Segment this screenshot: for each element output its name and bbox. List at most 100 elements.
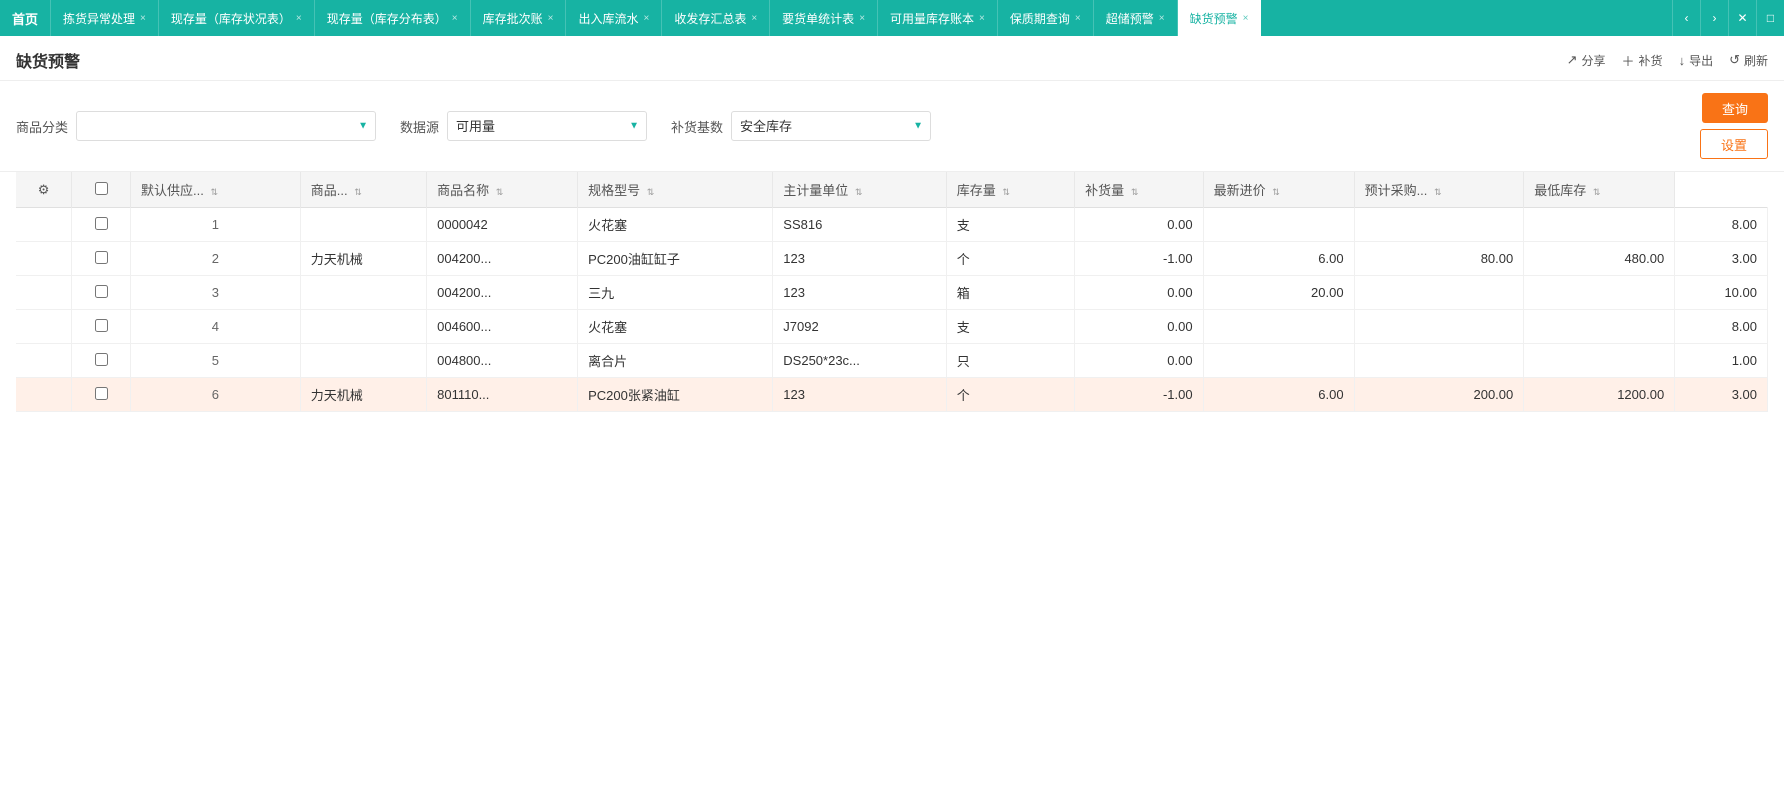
- row-num-5: 6: [131, 378, 301, 412]
- tab-expire-label: 保质期查询: [1010, 10, 1070, 27]
- tab-pick-label: 拣货异常处理: [63, 10, 135, 27]
- tab-next-button[interactable]: ›: [1700, 0, 1728, 36]
- tab-summary-close[interactable]: ×: [751, 13, 757, 24]
- row-num-1: 2: [131, 242, 301, 276]
- tab-maximize-button[interactable]: □: [1756, 0, 1784, 36]
- tab-usable-close[interactable]: ×: [979, 13, 985, 24]
- th-latest-price[interactable]: 最新进价 ⇅: [1203, 172, 1354, 208]
- datasource-filter-group: 数据源 可用量 库存量: [400, 111, 647, 141]
- tab-inout[interactable]: 出入库流水 ×: [566, 0, 662, 36]
- th-product-code[interactable]: 商品... ⇅: [300, 172, 426, 208]
- filter-area: 商品分类 数据源 可用量 库存量 补货基数 安全库存 最低库存: [0, 81, 1784, 172]
- tab-overstock-close[interactable]: ×: [1159, 13, 1165, 24]
- tab-batch[interactable]: 库存批次账 ×: [471, 0, 567, 36]
- th-stock[interactable]: 库存量 ⇅: [946, 172, 1074, 208]
- datasource-select[interactable]: 可用量 库存量: [447, 111, 647, 141]
- share-button[interactable]: ↗ 分享: [1567, 52, 1606, 69]
- refresh-button[interactable]: ↺ 刷新: [1729, 52, 1768, 69]
- row-est-purchase-4: [1524, 344, 1675, 378]
- est-purchase-sort-icon: ⇅: [1434, 187, 1442, 197]
- th-product-name[interactable]: 商品名称 ⇅: [427, 172, 578, 208]
- row-checkbox-3[interactable]: [95, 319, 108, 332]
- tab-overstock-label: 超储预警: [1106, 10, 1154, 27]
- th-unit[interactable]: 主计量单位 ⇅: [773, 172, 946, 208]
- tab-inout-close[interactable]: ×: [643, 13, 649, 24]
- row-supplier-1: 力天机械: [300, 242, 426, 276]
- row-checkbox-1[interactable]: [95, 251, 108, 264]
- tab-stock1[interactable]: 现存量（库存状况表） ×: [159, 0, 315, 36]
- settings-button[interactable]: 设置: [1700, 129, 1768, 159]
- tab-prev-button[interactable]: ‹: [1672, 0, 1700, 36]
- tab-batch-close[interactable]: ×: [548, 13, 554, 24]
- datasource-select-wrapper: 可用量 库存量: [447, 111, 647, 141]
- replenish-select[interactable]: 安全库存 最低库存: [731, 111, 931, 141]
- tab-usable-label: 可用量库存账本: [890, 10, 974, 27]
- category-select[interactable]: [76, 111, 376, 141]
- row-checkbox-0[interactable]: [95, 217, 108, 230]
- row-unit-5: 个: [946, 378, 1074, 412]
- row-replenish-4: [1203, 344, 1354, 378]
- tab-usable[interactable]: 可用量库存账本 ×: [878, 0, 998, 36]
- th-est-purchase[interactable]: 预计采购... ⇅: [1354, 172, 1524, 208]
- filter-right-buttons: 查询 设置: [1700, 93, 1768, 159]
- row-stock-4: 0.00: [1075, 344, 1203, 378]
- row-checkbox-2[interactable]: [95, 285, 108, 298]
- replenish-sort-icon: ⇅: [1131, 187, 1139, 197]
- row-stock-5: -1.00: [1075, 378, 1203, 412]
- replenish-select-wrapper: 安全库存 最低库存: [731, 111, 931, 141]
- row-checkbox-4[interactable]: [95, 353, 108, 366]
- row-min-stock-5: 3.00: [1675, 378, 1768, 412]
- row-gear-5: [16, 378, 72, 412]
- th-replenish[interactable]: 补货量 ⇅: [1075, 172, 1203, 208]
- share-label: 分享: [1582, 52, 1606, 69]
- tab-expire[interactable]: 保质期查询 ×: [998, 0, 1094, 36]
- category-filter-group: 商品分类: [16, 111, 376, 141]
- th-min-stock-label: 最低库存: [1534, 183, 1586, 198]
- row-est-purchase-5: 1200.00: [1524, 378, 1675, 412]
- tab-home[interactable]: 首页: [0, 0, 51, 36]
- category-label: 商品分类: [16, 117, 68, 136]
- latest-price-sort-icon: ⇅: [1272, 187, 1280, 197]
- tab-expire-close[interactable]: ×: [1075, 13, 1081, 24]
- row-latest-price-2: [1354, 276, 1524, 310]
- row-product-name-5: PC200张紧油缸: [578, 378, 773, 412]
- row-supplier-4: [300, 344, 426, 378]
- tab-pick-close[interactable]: ×: [140, 13, 146, 24]
- tab-stock2[interactable]: 现存量（库存分布表） ×: [315, 0, 471, 36]
- row-num-4: 5: [131, 344, 301, 378]
- gear-icon[interactable]: ⚙: [38, 182, 50, 197]
- tab-close-all-button[interactable]: ✕: [1728, 0, 1756, 36]
- tab-overstock[interactable]: 超储预警 ×: [1094, 0, 1178, 36]
- unit-sort-icon: ⇅: [855, 187, 863, 197]
- tab-order[interactable]: 要货单统计表 ×: [770, 0, 878, 36]
- row-unit-0: 支: [946, 208, 1074, 242]
- product-name-sort-icon: ⇅: [496, 187, 504, 197]
- table-header-row: ⚙ 默认供应... ⇅ 商品... ⇅ 商品名称 ⇅: [16, 172, 1768, 208]
- tab-stock2-close[interactable]: ×: [452, 13, 458, 24]
- tab-shortage[interactable]: 缺货预警 ×: [1178, 0, 1262, 36]
- th-spec[interactable]: 规格型号 ⇅: [578, 172, 773, 208]
- row-unit-1: 个: [946, 242, 1074, 276]
- replenish-button[interactable]: ＋ 补货: [1622, 51, 1663, 70]
- share-icon: ↗: [1567, 52, 1578, 68]
- export-button[interactable]: ↓ 导出: [1679, 52, 1714, 69]
- row-min-stock-3: 8.00: [1675, 310, 1768, 344]
- row-gear-1: [16, 242, 72, 276]
- th-supplier[interactable]: 默认供应... ⇅: [131, 172, 301, 208]
- category-select-wrapper: [76, 111, 376, 141]
- row-checkbox-5[interactable]: [95, 387, 108, 400]
- th-min-stock[interactable]: 最低库存 ⇅: [1524, 172, 1675, 208]
- row-gear-4: [16, 344, 72, 378]
- query-button[interactable]: 查询: [1702, 93, 1768, 123]
- tab-summary[interactable]: 收发存汇总表 ×: [662, 0, 770, 36]
- row-latest-price-3: [1354, 310, 1524, 344]
- table-row: 1 0000042 火花塞 SS816 支 0.00 8.00: [16, 208, 1768, 242]
- th-unit-label: 主计量单位: [783, 183, 848, 198]
- table-container: ⚙ 默认供应... ⇅ 商品... ⇅ 商品名称 ⇅: [0, 172, 1784, 428]
- select-all-checkbox[interactable]: [95, 182, 108, 195]
- tab-shortage-close[interactable]: ×: [1243, 13, 1249, 24]
- tab-stock1-close[interactable]: ×: [296, 13, 302, 24]
- row-unit-2: 箱: [946, 276, 1074, 310]
- tab-order-close[interactable]: ×: [859, 13, 865, 24]
- tab-pick[interactable]: 拣货异常处理 ×: [51, 0, 159, 36]
